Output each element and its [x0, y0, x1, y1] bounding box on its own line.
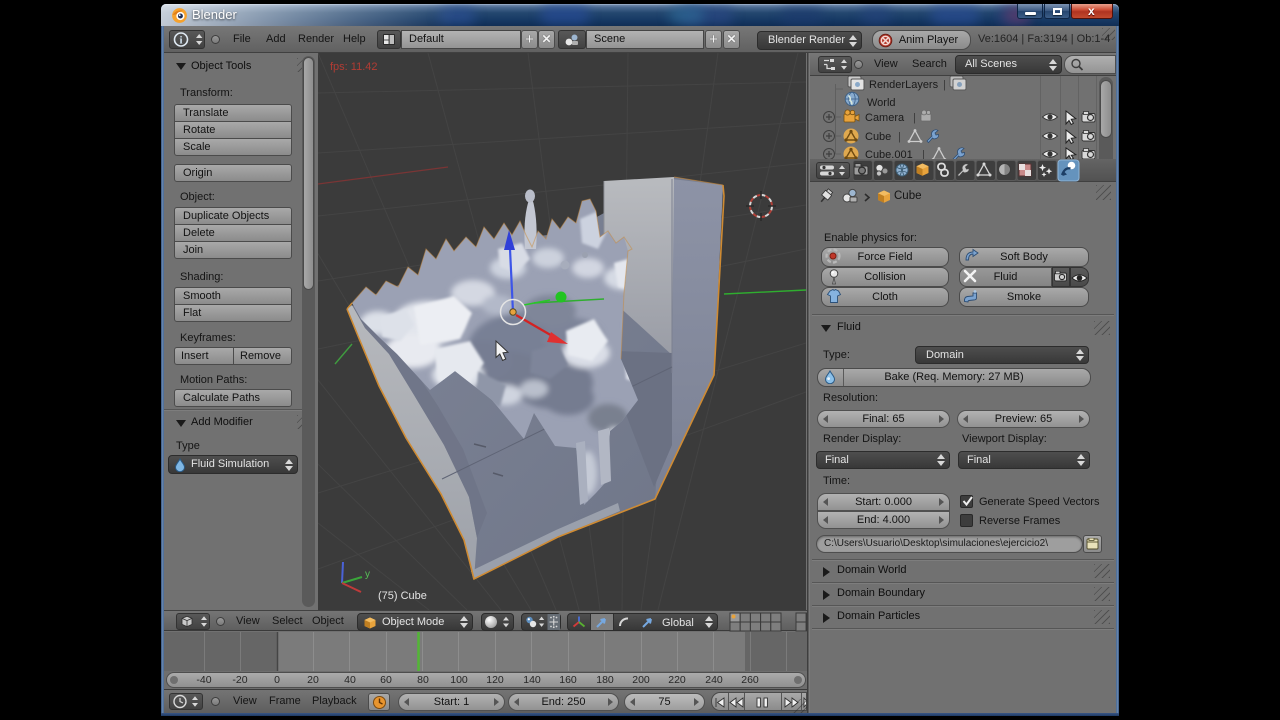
svg-text:|: | [913, 112, 916, 124]
svg-text:|: | [943, 79, 946, 91]
svg-text:fps: 11.42: fps: 11.42 [330, 61, 378, 73]
svg-text:RenderLayers: RenderLayers [869, 79, 939, 91]
svg-text:Cube.001: Cube.001 [865, 149, 913, 159]
svg-text:|: | [922, 149, 925, 159]
svg-text:Cube: Cube [865, 131, 891, 143]
svg-text:(75) Cube: (75) Cube [378, 590, 427, 602]
svg-text:i: i [179, 35, 182, 47]
svg-text:y: y [365, 569, 370, 580]
svg-text:Camera: Camera [865, 112, 905, 124]
svg-text:World: World [867, 97, 896, 109]
svg-text:|: | [898, 131, 901, 143]
